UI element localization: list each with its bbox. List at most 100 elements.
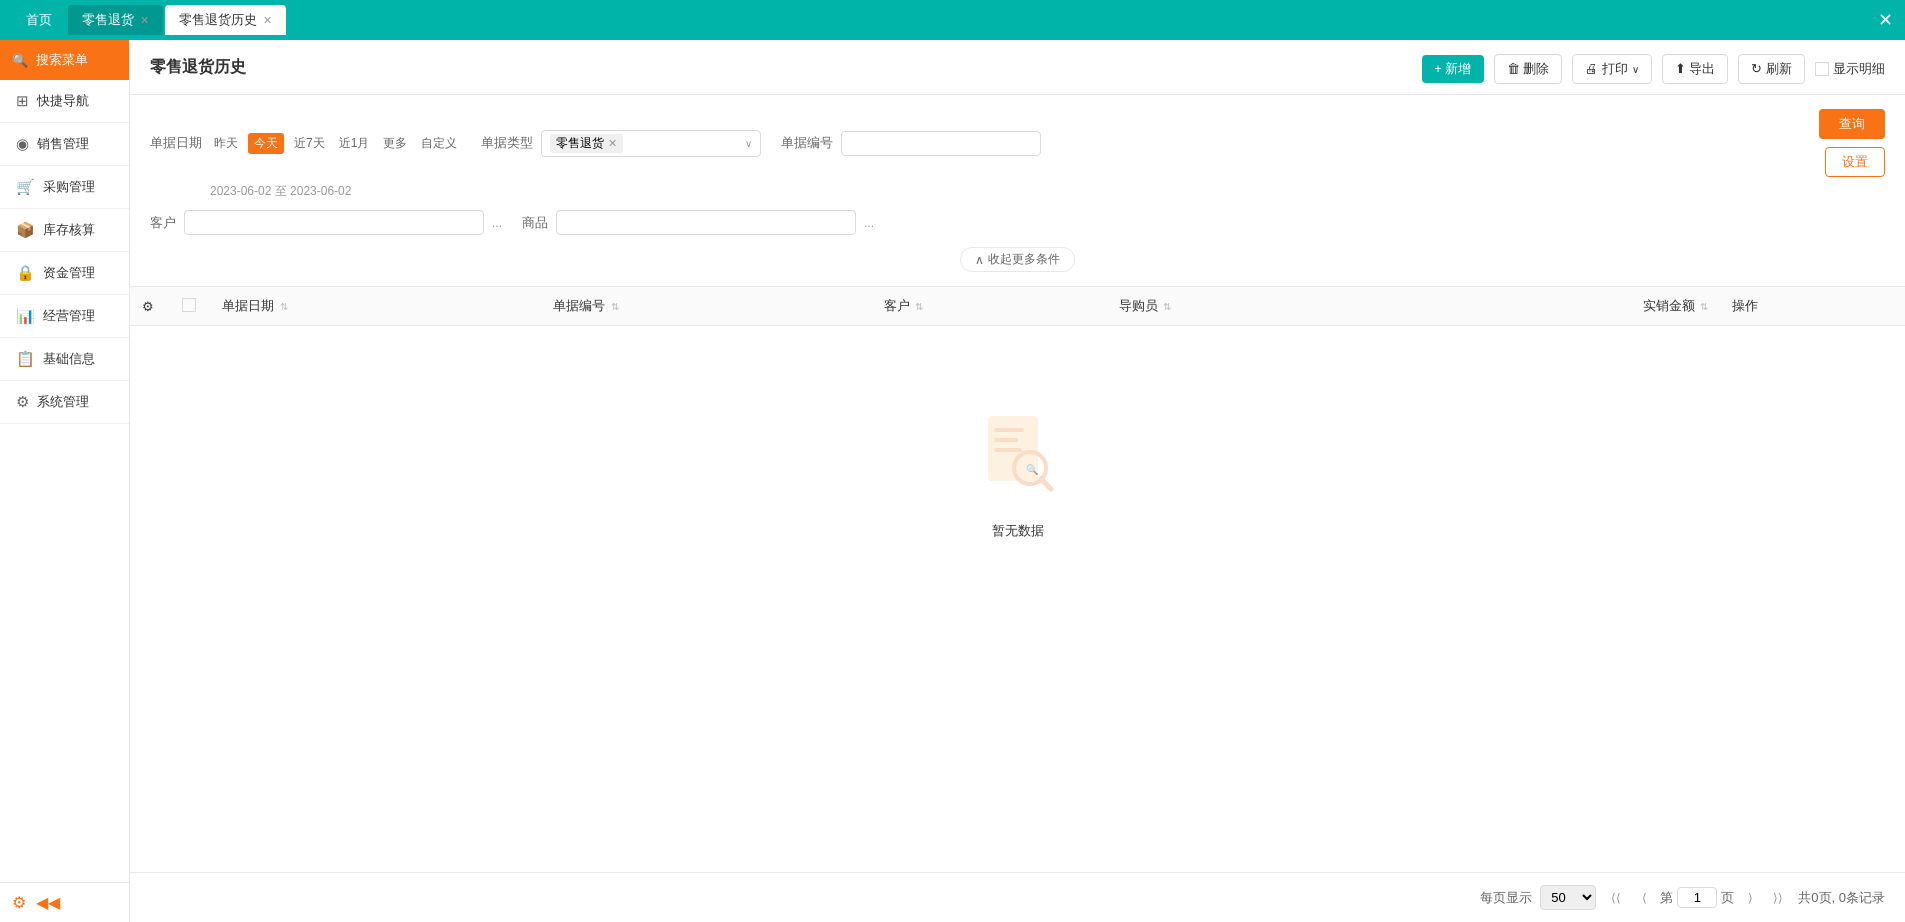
bill-number-input[interactable] [841, 131, 1041, 156]
bill-type-select[interactable]: 零售退货 ✕ ∨ [541, 130, 761, 157]
page-unit: 页 [1721, 889, 1734, 907]
svg-rect-3 [994, 448, 1022, 452]
filter-customer: 客户 ... [150, 210, 502, 235]
sidebar-item-finance-mgmt-label: 资金管理 [43, 264, 95, 282]
date-yesterday-btn[interactable]: 昨天 [210, 133, 242, 154]
customer-input[interactable] [184, 210, 484, 235]
refresh-button[interactable]: ↻ 刷新 [1738, 54, 1805, 84]
show-detail-checkbox[interactable] [1815, 62, 1829, 76]
sidebar-item-sales-mgmt-label: 销售管理 [37, 135, 89, 153]
table-wrap: ⚙ 单据日期 ⇅ 单据编号 ⇅ 客户 [130, 287, 1905, 872]
goods-input[interactable] [556, 210, 856, 235]
collapse-button[interactable]: ∧ 收起更多条件 [960, 247, 1075, 272]
new-button[interactable]: + 新增 [1422, 55, 1483, 83]
tab-home[interactable]: 首页 [12, 5, 66, 35]
sidebar-item-purchase-mgmt[interactable]: 🛒 采购管理 [0, 166, 129, 209]
data-table: ⚙ 单据日期 ⇅ 单据编号 ⇅ 客户 [130, 287, 1905, 620]
tab-home-label: 首页 [26, 11, 52, 29]
page-size-select[interactable]: 50 10 20 100 [1540, 885, 1596, 910]
tab-retail-return-history[interactable]: 零售退货历史 ✕ [165, 5, 286, 35]
bill-type-tag-label: 零售退货 [556, 135, 604, 152]
sidebar-item-operation-mgmt-label: 经营管理 [43, 307, 95, 325]
delete-button[interactable]: 🗑 删除 [1494, 54, 1563, 84]
date-custom-btn[interactable]: 自定义 [417, 133, 461, 154]
sidebar-item-basic-info[interactable]: 📋 基础信息 [0, 338, 129, 381]
page-total: 共0页, 0条记录 [1798, 889, 1885, 907]
page-header: 零售退货历史 + 新增 🗑 删除 🖨 打印 ∨ ⬆ 导出 ↻ 刷新 显示明细 [130, 40, 1905, 95]
date-last7-btn[interactable]: 近7天 [290, 133, 329, 154]
th-date[interactable]: 单据日期 ⇅ [210, 287, 541, 326]
search-menu-button[interactable]: 🔍 搜索菜单 [0, 40, 129, 80]
tab-bar: 首页 零售退货 ✕ 零售退货历史 ✕ [12, 5, 1878, 35]
customer-label: 客户 [150, 214, 176, 232]
th-amount: 实销金额 ⇅ [1390, 287, 1721, 326]
goods-more-link[interactable]: ... [864, 216, 874, 230]
th-amount-label: 实销金额 [1643, 298, 1695, 313]
export-button[interactable]: ⬆ 导出 [1662, 54, 1729, 84]
filter-area: 单据日期 昨天 今天 近7天 近1月 更多 自定义 单据类型 [130, 95, 1905, 287]
operation-mgmt-icon: 📊 [16, 307, 35, 325]
inventory-calc-icon: 📦 [16, 221, 35, 239]
th-action: 操作 [1720, 287, 1905, 326]
svg-rect-2 [994, 438, 1018, 442]
bill-type-tag-close[interactable]: ✕ [608, 137, 617, 150]
th-customer[interactable]: 客户 ⇅ [872, 287, 1107, 326]
page-nav: ⟨⟨ ⟨ 第 页 ⟩ ⟩⟩ [1604, 886, 1790, 910]
sidebar-item-sales-mgmt[interactable]: ◉ 销售管理 [0, 123, 129, 166]
collapse-label: 收起更多条件 [988, 251, 1060, 268]
sidebar-item-system-mgmt[interactable]: ⚙ 系统管理 [0, 381, 129, 424]
sidebar-item-inventory-calc[interactable]: 📦 库存核算 [0, 209, 129, 252]
sidebar-item-operation-mgmt[interactable]: 📊 经营管理 [0, 295, 129, 338]
sidebar-item-basic-info-label: 基础信息 [43, 350, 95, 368]
system-mgmt-icon: ⚙ [16, 393, 29, 411]
collapse-row: ∧ 收起更多条件 [150, 247, 1885, 272]
notification-speaker-icon[interactable]: ◀◀ [36, 893, 60, 912]
search-icon: 🔍 [12, 53, 28, 68]
page-title: 零售退货历史 [150, 57, 246, 92]
date-label: 单据日期 [150, 134, 202, 152]
date-quick-filters: 昨天 今天 近7天 近1月 更多 自定义 [210, 133, 461, 154]
tab-retail-return[interactable]: 零售退货 ✕ [68, 5, 163, 35]
tab-retail-return-close[interactable]: ✕ [140, 14, 149, 27]
th-guide-label: 导购员 [1119, 298, 1158, 313]
th-number[interactable]: 单据编号 ⇅ [541, 287, 872, 326]
th-guide-sort-icon: ⇅ [1163, 301, 1171, 312]
first-page-button[interactable]: ⟨⟨ [1604, 886, 1628, 910]
date-last-month-btn[interactable]: 近1月 [335, 133, 374, 154]
sidebar-item-quick-nav[interactable]: ⊞ 快捷导航 [0, 80, 129, 123]
date-range-text: 2023-06-02 至 2023-06-02 [210, 184, 351, 198]
show-detail-toggle[interactable]: 显示明细 [1815, 60, 1885, 78]
tab-retail-return-label: 零售退货 [82, 11, 134, 29]
th-action-label: 操作 [1732, 298, 1758, 313]
th-guide[interactable]: 导购员 ⇅ [1107, 287, 1390, 326]
page-number-input[interactable] [1677, 887, 1717, 908]
query-button[interactable]: 查询 [1819, 109, 1885, 139]
filter-action-group: 查询 设置 [1819, 109, 1885, 177]
th-check[interactable] [170, 287, 210, 326]
next-page-button[interactable]: ⟩ [1738, 886, 1762, 910]
window-close-button[interactable]: ✕ [1878, 9, 1893, 31]
bill-number-label: 单据编号 [781, 134, 833, 152]
print-button[interactable]: 🖨 打印 ∨ [1572, 54, 1652, 84]
sidebar-bottom: ⚙ ◀◀ [0, 882, 129, 922]
main-layout: 🔍 搜索菜单 ⊞ 快捷导航 ◉ 销售管理 🛒 采购管理 📦 库存核算 🔒 资金管… [0, 40, 1905, 922]
filter-row-2: 客户 ... 商品 ... [150, 210, 1885, 235]
svg-text:🔍: 🔍 [1026, 463, 1039, 476]
date-more-btn[interactable]: 更多 [379, 133, 411, 154]
prev-page-button[interactable]: ⟨ [1632, 886, 1656, 910]
filter-date: 单据日期 昨天 今天 近7天 近1月 更多 自定义 [150, 133, 461, 154]
sidebar-item-purchase-mgmt-label: 采购管理 [43, 178, 95, 196]
select-all-checkbox[interactable] [182, 298, 196, 312]
last-page-button[interactable]: ⟩⟩ [1766, 886, 1790, 910]
customer-more-link[interactable]: ... [492, 216, 502, 230]
top-bar: 首页 零售退货 ✕ 零售退货历史 ✕ ✕ [0, 0, 1905, 40]
th-gear[interactable]: ⚙ [130, 287, 170, 326]
setting-button[interactable]: 设置 [1825, 147, 1885, 177]
sidebar-item-finance-mgmt[interactable]: 🔒 资金管理 [0, 252, 129, 295]
sidebar-item-quick-nav-label: 快捷导航 [37, 92, 89, 110]
th-amount-sort-icon: ⇅ [1700, 301, 1708, 312]
settings-gear-icon[interactable]: ⚙ [12, 893, 26, 912]
tab-retail-return-history-close[interactable]: ✕ [263, 14, 272, 27]
filter-goods: 商品 ... [522, 210, 874, 235]
date-today-btn[interactable]: 今天 [248, 133, 284, 154]
